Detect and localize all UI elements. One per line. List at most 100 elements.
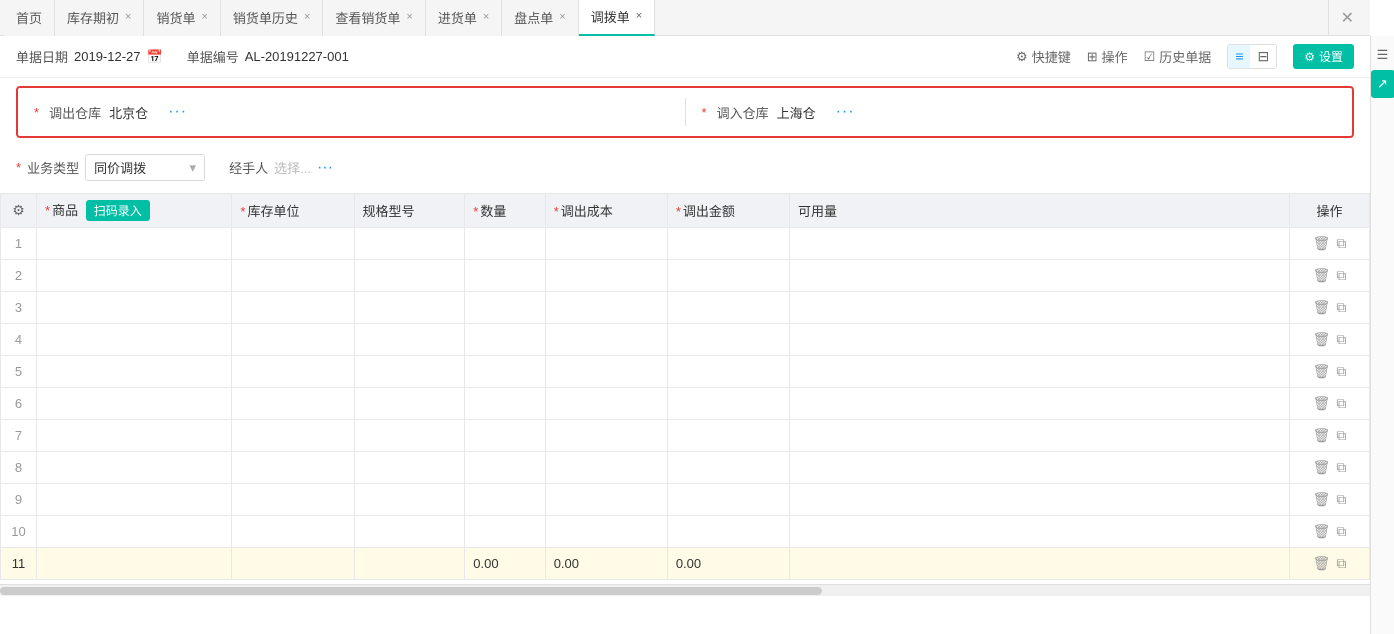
tab-sales-order[interactable]: 销货单× [144,0,220,36]
table-row: 4🗑⧉ [1,324,1370,356]
tab-close-inventory-init[interactable]: × [125,12,131,23]
cell-available [790,516,1290,548]
cell-spec [354,324,465,356]
tab-close-inventory-count[interactable]: × [559,12,565,23]
calendar-icon[interactable]: 📅 [147,49,163,65]
tab-inventory-count[interactable]: 盘点单× [502,0,578,36]
cell-qty: 0.00 [465,548,545,580]
cell-unit [232,548,354,580]
copy-row-button[interactable]: ⧉ [1336,523,1346,540]
shortcut-label: 快捷键 [1032,47,1071,66]
copy-row-button[interactable]: ⧉ [1336,555,1346,572]
tab-close-sales-history[interactable]: × [304,12,310,23]
copy-row-button[interactable]: ⧉ [1336,363,1346,380]
cell-available [790,324,1290,356]
out-warehouse-more[interactable]: ··· [168,103,187,121]
dropdown-arrow-icon: ▾ [190,160,197,176]
delete-row-button[interactable]: 🗑 [1313,491,1331,508]
cell-qty [465,516,545,548]
table-row: 5 🗑 ⧉ [1,356,1370,388]
cell-goods[interactable] [37,228,232,260]
cell-goods[interactable] [37,292,232,324]
delete-row-button[interactable]: 🗑 [1313,267,1331,284]
out-warehouse-field: * 调出仓库 北京仓 ··· [34,103,669,122]
copy-row-button[interactable]: ⧉ [1336,427,1346,444]
cell-available [790,420,1290,452]
copy-row-button[interactable]: ⧉ [1336,267,1346,284]
cell-unit [232,292,354,324]
form-header: 单据日期 2019-12-27 📅 单据编号 AL-20191227-001 ⚙… [0,36,1370,78]
delete-row-button[interactable]: 🗑 [1313,395,1331,412]
out-warehouse-required: * [34,105,39,120]
copy-row-button[interactable]: ⧉ [1336,331,1346,348]
tab-close-purchase-order[interactable]: × [483,12,489,23]
shortcut-button[interactable]: ⚙ 快捷键 [1016,47,1071,66]
sidebar-list-icon[interactable]: ☰ [1372,44,1394,66]
copy-row-button[interactable]: ⧉ [1336,459,1346,476]
operations-button[interactable]: ⊞ 操作 [1087,47,1128,66]
close-window-button[interactable]: ✕ [1328,0,1366,35]
th-gear[interactable]: ⚙ [1,194,37,228]
sidebar-export-icon[interactable]: ↗ [1371,70,1394,98]
business-type-select[interactable]: 同价调拨 ▾ [85,154,205,181]
cell-amount [667,324,789,356]
tab-purchase-order[interactable]: 进货单× [426,0,502,36]
date-value[interactable]: 2019-12-27 [74,49,141,64]
delete-row-button[interactable]: 🗑 [1313,235,1331,252]
in-warehouse-value[interactable]: 上海仓 [777,103,816,122]
copy-row-button[interactable]: ⧉ [1336,299,1346,316]
tab-inventory-init[interactable]: 库存期初× [55,0,144,36]
cell-goods[interactable] [37,484,232,516]
tab-home[interactable]: 首页 [4,0,55,36]
delete-row-button[interactable]: 🗑 [1313,555,1331,572]
tab-view-sales[interactable]: 查看销货单× [323,0,425,36]
settings-button[interactable]: ⚙ 设置 [1293,44,1354,69]
delete-row-button[interactable]: 🗑 [1313,523,1331,540]
delete-row-button[interactable]: 🗑 [1313,459,1331,476]
cell-qty [465,260,545,292]
scroll-thumb[interactable] [0,587,822,595]
handler-more[interactable]: ··· [317,159,333,177]
cell-cost [545,292,667,324]
scan-button[interactable]: 扫码录入 [86,200,150,221]
delete-row-button[interactable]: 🗑 [1313,299,1331,316]
tab-close-view-sales[interactable]: × [406,12,412,23]
delete-row-button[interactable]: 🗑 [1313,331,1331,348]
tab-sales-history[interactable]: 销货单历史× [221,0,323,36]
cell-goods[interactable] [37,452,232,484]
row-number: 5 [1,356,37,388]
handler-placeholder[interactable]: 选择... [274,158,311,177]
cell-qty [465,388,545,420]
delete-row-button[interactable]: 🗑 [1313,427,1331,444]
delete-row-button[interactable]: 🗑 [1313,363,1331,380]
list-view-button[interactable]: ≡ [1228,45,1250,68]
th-amount: *调出金额 [667,194,789,228]
copy-row-button[interactable]: ⧉ [1336,491,1346,508]
history-button[interactable]: ☑ 历史单据 [1144,47,1212,66]
horizontal-scrollbar[interactable] [0,584,1370,596]
cell-spec [354,420,465,452]
tab-close-sales-order[interactable]: × [201,12,207,23]
out-warehouse-value[interactable]: 北京仓 [109,103,148,122]
cell-goods[interactable] [37,516,232,548]
cell-unit [232,324,354,356]
tab-close-transfer-order[interactable]: × [636,11,642,22]
copy-row-button[interactable]: ⧉ [1336,395,1346,412]
cell-goods[interactable] [37,324,232,356]
business-type-value: 同价调拨 [94,158,146,177]
cell-goods[interactable] [37,420,232,452]
settings-label: 设置 [1319,48,1343,65]
tab-transfer-order[interactable]: 调拨单× [579,0,655,36]
cell-unit [232,388,354,420]
grid-view-button[interactable]: ⊟ [1250,45,1276,68]
copy-row-button[interactable]: ⧉ [1336,235,1346,252]
cell-goods[interactable] [37,356,232,388]
cell-goods[interactable] [37,388,232,420]
cell-available [790,388,1290,420]
cell-goods[interactable] [37,260,232,292]
in-warehouse-more[interactable]: ··· [836,103,855,121]
cell-unit [232,356,354,388]
handler-label: 经手人 [229,158,268,177]
tab-bar: 首页库存期初×销货单×销货单历史×查看销货单×进货单×盘点单×调拨单× ✕ [0,0,1370,36]
cell-op: 🗑⧉ [1290,548,1370,580]
